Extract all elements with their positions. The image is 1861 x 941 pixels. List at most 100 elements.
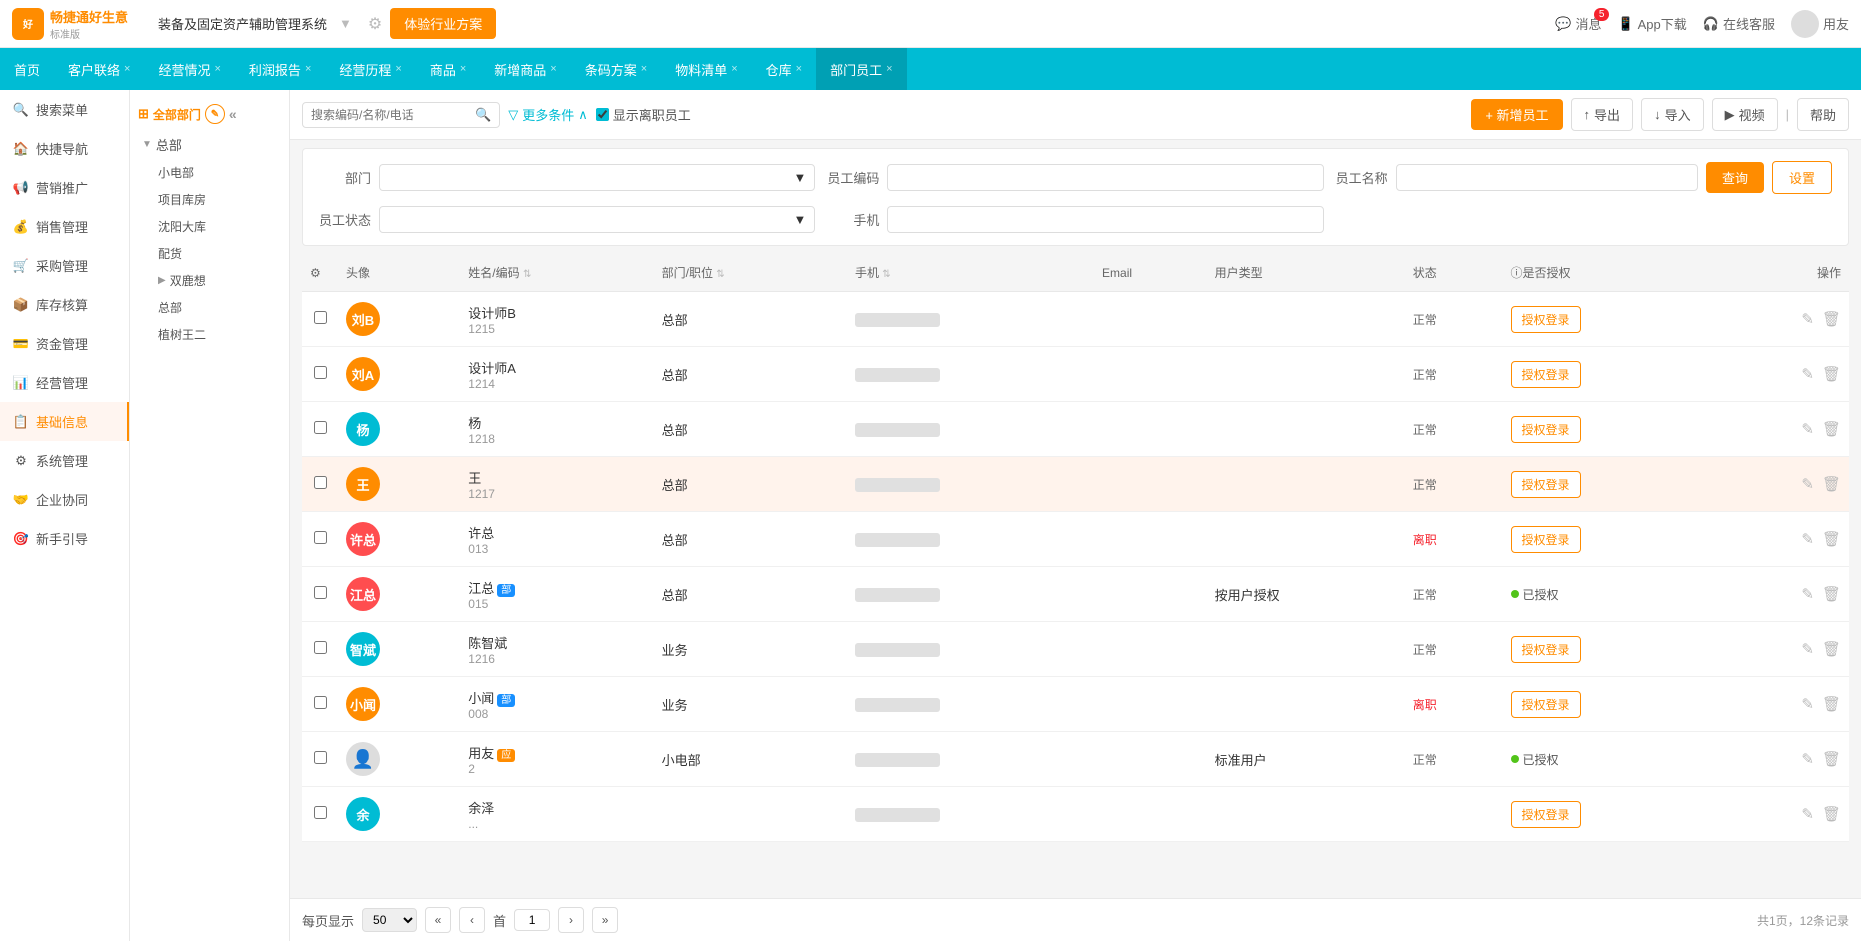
sidebar-item-7[interactable]: 📊经营管理 [0,363,129,402]
delete-icon[interactable]: 🗑 [1822,695,1841,713]
col-phone[interactable]: 手机 ⇅ [847,254,1094,292]
delete-icon[interactable]: 🗑 [1822,420,1841,438]
auth-btn[interactable]: 授权登录 [1511,691,1581,718]
dept-item-xiaodibu[interactable]: 小电部 [146,159,289,186]
nav-close-icon[interactable]: × [124,63,130,75]
setting-btn[interactable]: 设置 [1772,161,1832,194]
dept-item-zhishuwan[interactable]: 植树王二 [146,321,289,348]
search-input[interactable] [311,108,471,122]
status-select[interactable]: ▼ [379,206,815,233]
user-menu[interactable]: 用友 [1791,10,1849,38]
nav-item-物料清单[interactable]: 物料清单× [661,48,751,90]
col-dept[interactable]: 部门/职位 ⇅ [654,254,847,292]
delete-icon[interactable]: 🗑 [1822,585,1841,603]
row-checkbox[interactable] [314,641,327,654]
edit-icon[interactable]: ✎ [1801,310,1814,328]
edit-icon[interactable]: ✎ [1801,585,1814,603]
edit-icon[interactable]: ✎ [1801,750,1814,768]
edit-icon[interactable]: ✎ [1801,805,1814,823]
prev-page-btn[interactable]: ‹ [459,907,485,933]
app-download-btn[interactable]: 📱 App下载 [1617,14,1686,33]
nav-close-icon[interactable]: × [550,63,556,75]
show-resigned-checkbox[interactable] [596,108,609,121]
sidebar-item-8[interactable]: 📋基础信息 [0,402,129,441]
auth-btn[interactable]: 授权登录 [1511,471,1581,498]
edit-icon[interactable]: ✎ [1801,420,1814,438]
row-checkbox[interactable] [314,366,327,379]
delete-icon[interactable]: 🗑 [1822,805,1841,823]
delete-icon[interactable]: 🗑 [1822,530,1841,548]
nav-item-仓库[interactable]: 仓库× [752,48,816,90]
nav-close-icon[interactable]: × [395,63,401,75]
sidebar-item-2[interactable]: 📢营销推广 [0,168,129,207]
nav-item-条码方案[interactable]: 条码方案× [571,48,661,90]
try-btn[interactable]: 体验行业方案 [390,8,496,39]
delete-icon[interactable]: 🗑 [1822,750,1841,768]
dept-item-zongbu[interactable]: 总部 [146,294,289,321]
sidebar-item-11[interactable]: 🎯新手引导 [0,519,129,558]
system-title-dropdown[interactable]: ▼ [339,16,352,31]
nav-close-icon[interactable]: × [731,63,737,75]
col-name-code[interactable]: 姓名/编码 ⇅ [460,254,653,292]
next-page-btn[interactable]: › [558,907,584,933]
dept-item-shuangluxiang[interactable]: ▶ 双鹿想 [146,267,289,294]
nav-item-经营情况[interactable]: 经营情况× [144,48,234,90]
nav-close-icon[interactable]: × [305,63,311,75]
row-checkbox[interactable] [314,531,327,544]
row-checkbox[interactable] [314,751,327,764]
sidebar-item-9[interactable]: ⚙系统管理 [0,441,129,480]
dept-item-xiangmukufang[interactable]: 项目库房 [146,186,289,213]
first-page-btn[interactable]: « [425,907,451,933]
delete-icon[interactable]: 🗑 [1822,475,1841,493]
dept-item-peihuo[interactable]: 配货 [146,240,289,267]
sidebar-item-3[interactable]: 💰销售管理 [0,207,129,246]
edit-icon[interactable]: ✎ [1801,640,1814,658]
sidebar-item-5[interactable]: 📦库存核算 [0,285,129,324]
dept-select[interactable]: ▼ [379,164,815,191]
auth-btn[interactable]: 授权登录 [1511,801,1581,828]
dept-item-shenyangdaku[interactable]: 沈阳大库 [146,213,289,240]
page-size-select[interactable]: 50 20 100 [362,908,417,932]
delete-icon[interactable]: 🗑 [1822,365,1841,383]
row-checkbox[interactable] [314,421,327,434]
more-conditions-btn[interactable]: ▽ 更多条件 ∧ [508,105,588,124]
import-btn[interactable]: ↓ 导入 [1641,98,1704,131]
nav-close-icon[interactable]: × [886,63,892,75]
add-employee-btn[interactable]: + 新增员工 [1471,99,1562,130]
dept-collapse-btn[interactable]: « [229,106,237,122]
help-btn[interactable]: 帮助 [1797,98,1849,131]
row-checkbox[interactable] [314,696,327,709]
auth-btn[interactable]: 授权登录 [1511,306,1581,333]
delete-icon[interactable]: 🗑 [1822,310,1841,328]
sidebar-item-6[interactable]: 💳资金管理 [0,324,129,363]
edit-icon[interactable]: ✎ [1801,365,1814,383]
view-btn[interactable]: ▶ 视频 [1712,98,1778,131]
nav-item-客户联络[interactable]: 客户联络× [54,48,144,90]
row-checkbox[interactable] [314,476,327,489]
nav-item-部门员工[interactable]: 部门员工× [816,48,906,90]
nav-close-icon[interactable]: × [641,63,647,75]
auth-btn[interactable]: 授权登录 [1511,361,1581,388]
search-input-wrap[interactable]: 🔍 [302,102,500,128]
row-checkbox[interactable] [314,586,327,599]
edit-icon[interactable]: ✎ [1801,530,1814,548]
page-input[interactable] [514,909,550,931]
last-page-btn[interactable]: » [592,907,618,933]
auth-btn[interactable]: 授权登录 [1511,416,1581,443]
message-btn[interactable]: 💬 消息 5 [1555,14,1601,33]
nav-close-icon[interactable]: × [796,63,802,75]
auth-btn[interactable]: 授权登录 [1511,526,1581,553]
delete-icon[interactable]: 🗑 [1822,640,1841,658]
nav-item-经营历程[interactable]: 经营历程× [325,48,415,90]
nav-item-商品[interactable]: 商品× [416,48,480,90]
sidebar-item-1[interactable]: 🏠快捷导航 [0,129,129,168]
col-settings[interactable]: ⚙ [302,254,338,292]
online-service-btn[interactable]: 🎧 在线客服 [1703,14,1775,33]
dept-item-root[interactable]: ▼ 总部 [130,130,289,159]
row-checkbox[interactable] [314,806,327,819]
dept-edit-icon[interactable]: ✎ [205,104,225,124]
nav-close-icon[interactable]: × [460,63,466,75]
auth-btn[interactable]: 授权登录 [1511,636,1581,663]
sidebar-item-10[interactable]: 🤝企业协同 [0,480,129,519]
row-checkbox[interactable] [314,311,327,324]
